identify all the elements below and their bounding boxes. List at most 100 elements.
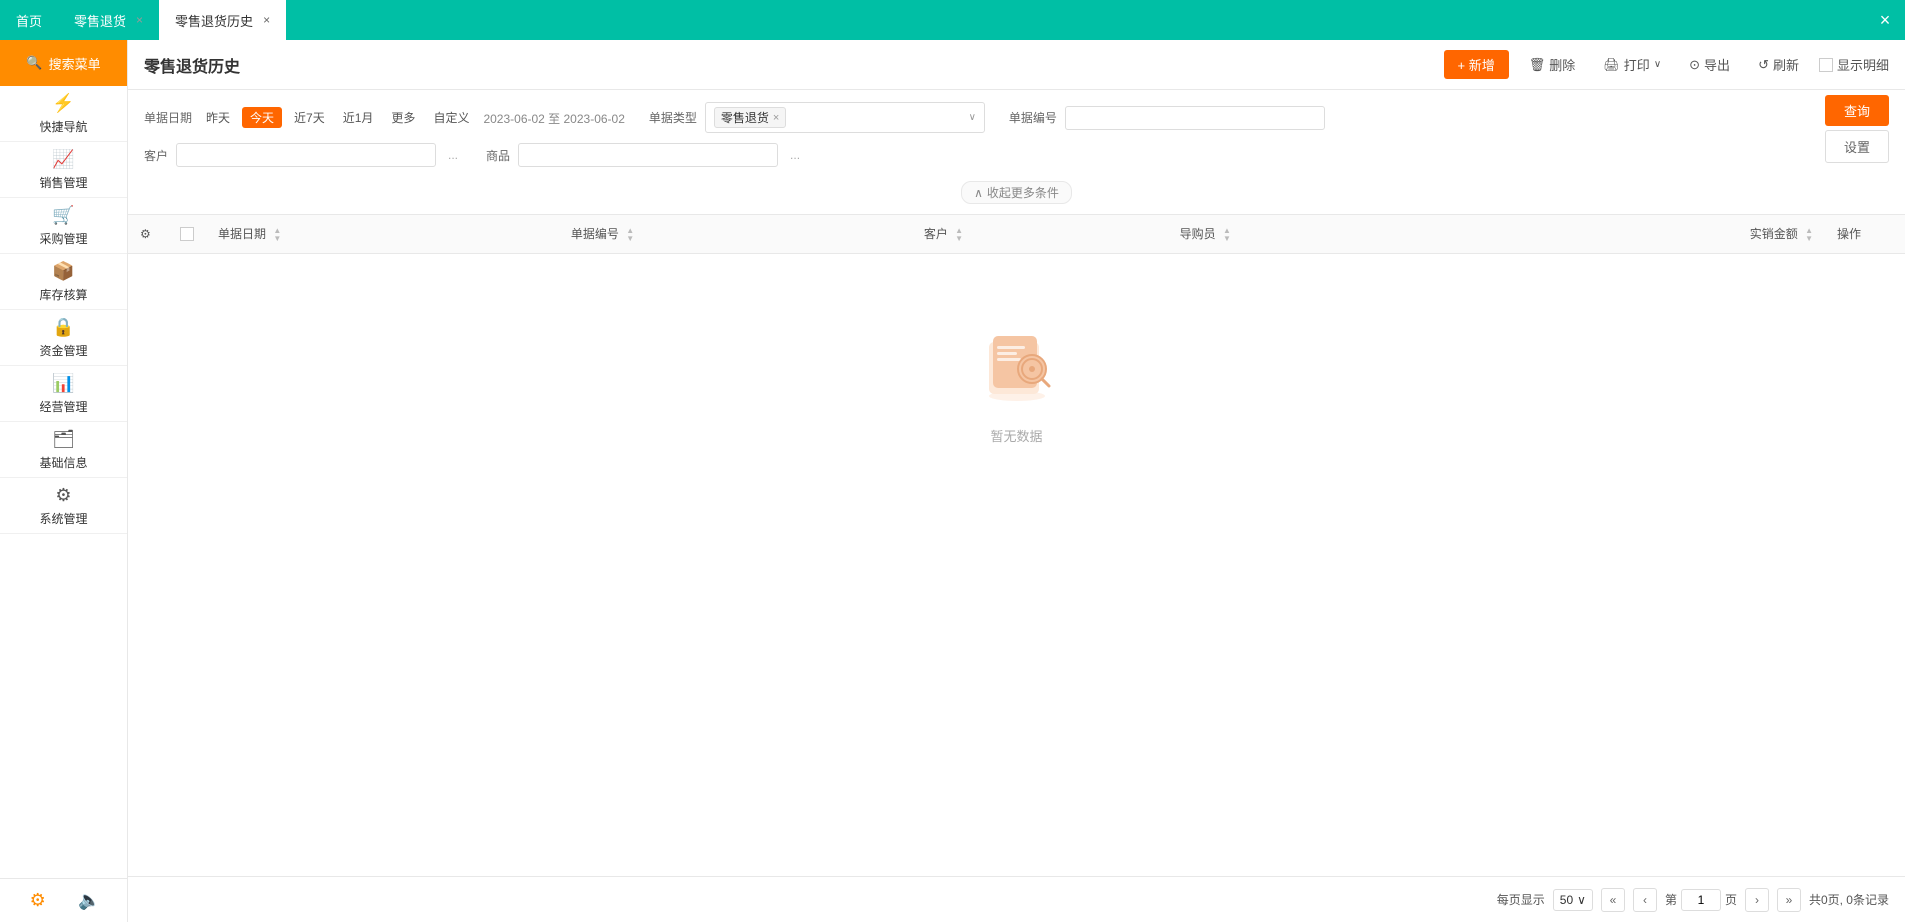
tab-retail-return-history[interactable]: 零售退货历史 × — [159, 0, 286, 40]
customer-filter-label: 客户 — [144, 147, 168, 164]
empty-text: 暂无数据 — [990, 426, 1042, 445]
collapse-row: ∧ 收起更多条件 — [144, 177, 1889, 206]
show-detail-checkbox[interactable] — [1819, 58, 1833, 72]
collapse-button[interactable]: ∧ 收起更多条件 — [961, 181, 1072, 204]
table-container: ⚙ 单据日期 ▲▼ 单据编号 ▲▼ — [128, 215, 1905, 876]
select-all-checkbox[interactable] — [180, 227, 194, 241]
type-tag-remove[interactable]: × — [773, 112, 779, 124]
sidebar-item-inventory[interactable]: 📦 库存核算 — [0, 254, 127, 310]
sidebar-item-purchase[interactable]: 🛒 采购管理 — [0, 198, 127, 254]
col-customer-sort[interactable]: ▲▼ — [955, 227, 963, 243]
refresh-button[interactable]: ↺ 刷新 — [1750, 51, 1807, 78]
tab-retail-return-close[interactable]: × — [136, 13, 143, 27]
total-info: 共0页, 0条记录 — [1809, 891, 1889, 908]
sidebar-item-finance[interactable]: 🔒 资金管理 — [0, 310, 127, 366]
sidebar-speaker-button[interactable]: 🔈 — [73, 885, 105, 917]
top-bar: 首页 零售退货 × 零售退货历史 × × — [0, 0, 1905, 40]
sidebar-item-sales[interactable]: 📈 销售管理 — [0, 142, 127, 198]
window-close-button[interactable]: × — [1865, 0, 1905, 40]
type-tag: 零售退货 × — [714, 107, 786, 128]
date-btn-7days[interactable]: 近7天 — [288, 107, 331, 128]
customer-filter: 客户 ... — [144, 143, 462, 167]
collapse-icon: ∧ — [974, 186, 983, 200]
page-input-group: 第 页 — [1665, 889, 1737, 911]
date-btn-more[interactable]: 更多 — [385, 107, 421, 128]
col-guide: 导购员 ▲▼ — [1168, 215, 1472, 253]
sidebar-footer: ⚙ 🔈 — [0, 878, 127, 922]
date-filter-options: 昨天 今天 近7天 近1月 更多 自定义 — [200, 107, 475, 128]
col-code-sort[interactable]: ▲▼ — [626, 227, 634, 243]
filter-row-1: 单据日期 昨天 今天 近7天 近1月 更多 自定义 2023-06-02 至 2… — [144, 102, 1889, 133]
sidebar-gear-button[interactable]: ⚙ — [22, 885, 54, 917]
type-filter-select[interactable]: 零售退货 × ∨ — [705, 102, 985, 133]
date-filter-label: 单据日期 — [144, 109, 192, 126]
system-icon: ⚙ — [55, 485, 71, 506]
new-button[interactable]: + 新增 — [1444, 50, 1509, 79]
date-btn-yesterday[interactable]: 昨天 — [200, 107, 236, 128]
header-actions: + 新增 🗑 删除 🖨 打印 ∨ ⊙ 导出 ↺ 刷新 — [1444, 50, 1889, 79]
col-customer: 客户 ▲▼ — [912, 215, 1168, 253]
code-filter-input[interactable] — [1065, 106, 1325, 130]
col-amount-sort[interactable]: ▲▼ — [1805, 227, 1813, 243]
sidebar-item-operations[interactable]: 📊 经营管理 — [0, 366, 127, 422]
page-title: 零售退货历史 — [144, 53, 240, 77]
page-next-button[interactable]: › — [1745, 888, 1769, 912]
page-prev-button[interactable]: ‹ — [1633, 888, 1657, 912]
export-button[interactable]: ⊙ 导出 — [1681, 51, 1738, 78]
main-layout: 🔍 搜索菜单 ⚡ 快捷导航 📈 销售管理 🛒 采购管理 📦 库存核算 🔒 — [0, 40, 1905, 922]
quick-nav-icon: ⚡ — [52, 93, 74, 114]
sidebar-item-system[interactable]: ⚙ 系统管理 — [0, 478, 127, 534]
goods-filter-label: 商品 — [486, 147, 510, 164]
page-first-button[interactable]: « — [1601, 888, 1625, 912]
col-amount: 实销金额 ▲▼ — [1472, 215, 1825, 253]
settings-button[interactable]: 设置 — [1825, 130, 1889, 163]
tab-home[interactable]: 首页 — [0, 0, 58, 40]
goods-filter-dots[interactable]: ... — [786, 144, 804, 166]
export-icon: ⊙ — [1689, 57, 1700, 73]
sidebar: 🔍 搜索菜单 ⚡ 快捷导航 📈 销售管理 🛒 采购管理 📦 库存核算 🔒 — [0, 40, 128, 922]
type-filter: 单据类型 零售退货 × ∨ — [649, 102, 985, 133]
sales-icon: 📈 — [52, 149, 74, 170]
page-header: 零售退货历史 + 新增 🗑 删除 🖨 打印 ∨ ⊙ 导出 ↺ — [128, 40, 1905, 90]
goods-filter: 商品 ... — [486, 143, 804, 167]
per-page-select[interactable]: 50 ∨ — [1553, 889, 1593, 911]
operations-icon: 📊 — [52, 373, 74, 394]
table-settings-icon[interactable]: ⚙ — [140, 227, 151, 241]
code-filter-label: 单据编号 — [1009, 109, 1057, 126]
per-page-label: 每页显示 — [1497, 891, 1545, 908]
date-filter: 单据日期 昨天 今天 近7天 近1月 更多 自定义 2023-06-02 至 2… — [144, 107, 625, 128]
show-detail-toggle[interactable]: 显示明细 — [1819, 55, 1889, 74]
inventory-icon: 📦 — [52, 261, 74, 282]
query-button[interactable]: 查询 — [1825, 95, 1889, 126]
customer-filter-input[interactable] — [176, 143, 436, 167]
sidebar-item-base-info[interactable]: 🗂 基础信息 — [0, 422, 127, 478]
date-btn-1month[interactable]: 近1月 — [337, 107, 380, 128]
action-buttons: 查询 设置 — [1825, 95, 1889, 163]
date-btn-custom[interactable]: 自定义 — [427, 107, 475, 128]
col-guide-sort[interactable]: ▲▼ — [1223, 227, 1231, 243]
col-date-sort[interactable]: ▲▼ — [273, 227, 281, 243]
refresh-icon: ↺ — [1758, 57, 1769, 73]
tab-retail-return[interactable]: 零售退货 × — [58, 0, 159, 40]
date-range-display: 2023-06-02 至 2023-06-02 — [483, 110, 624, 127]
sidebar-search-button[interactable]: 🔍 搜索菜单 — [0, 40, 127, 86]
sidebar-menu: ⚡ 快捷导航 📈 销售管理 🛒 采购管理 📦 库存核算 🔒 资金管理 📊 — [0, 86, 127, 878]
col-settings[interactable]: ⚙ — [128, 215, 168, 253]
tab-retail-return-history-close[interactable]: × — [263, 13, 270, 27]
goods-filter-input[interactable] — [518, 143, 778, 167]
purchase-icon: 🛒 — [52, 205, 74, 226]
col-actions: 操作 — [1825, 215, 1905, 253]
print-button[interactable]: 🖨 打印 ∨ — [1595, 51, 1669, 78]
content-area: 零售退货历史 + 新增 🗑 删除 🖨 打印 ∨ ⊙ 导出 ↺ — [128, 40, 1905, 922]
customer-filter-dots[interactable]: ... — [444, 144, 462, 166]
page-number-input[interactable] — [1681, 889, 1721, 911]
empty-state: 暂无数据 — [128, 254, 1905, 485]
col-code: 单据编号 ▲▼ — [559, 215, 912, 253]
delete-button[interactable]: 🗑 删除 — [1521, 51, 1584, 78]
col-checkbox[interactable] — [168, 215, 206, 253]
date-btn-today[interactable]: 今天 — [242, 107, 282, 128]
filter-row-2: 客户 ... 商品 ... — [144, 143, 1889, 167]
search-icon: 🔍 — [26, 55, 42, 71]
page-last-button[interactable]: » — [1777, 888, 1801, 912]
sidebar-item-quick-nav[interactable]: ⚡ 快捷导航 — [0, 86, 127, 142]
